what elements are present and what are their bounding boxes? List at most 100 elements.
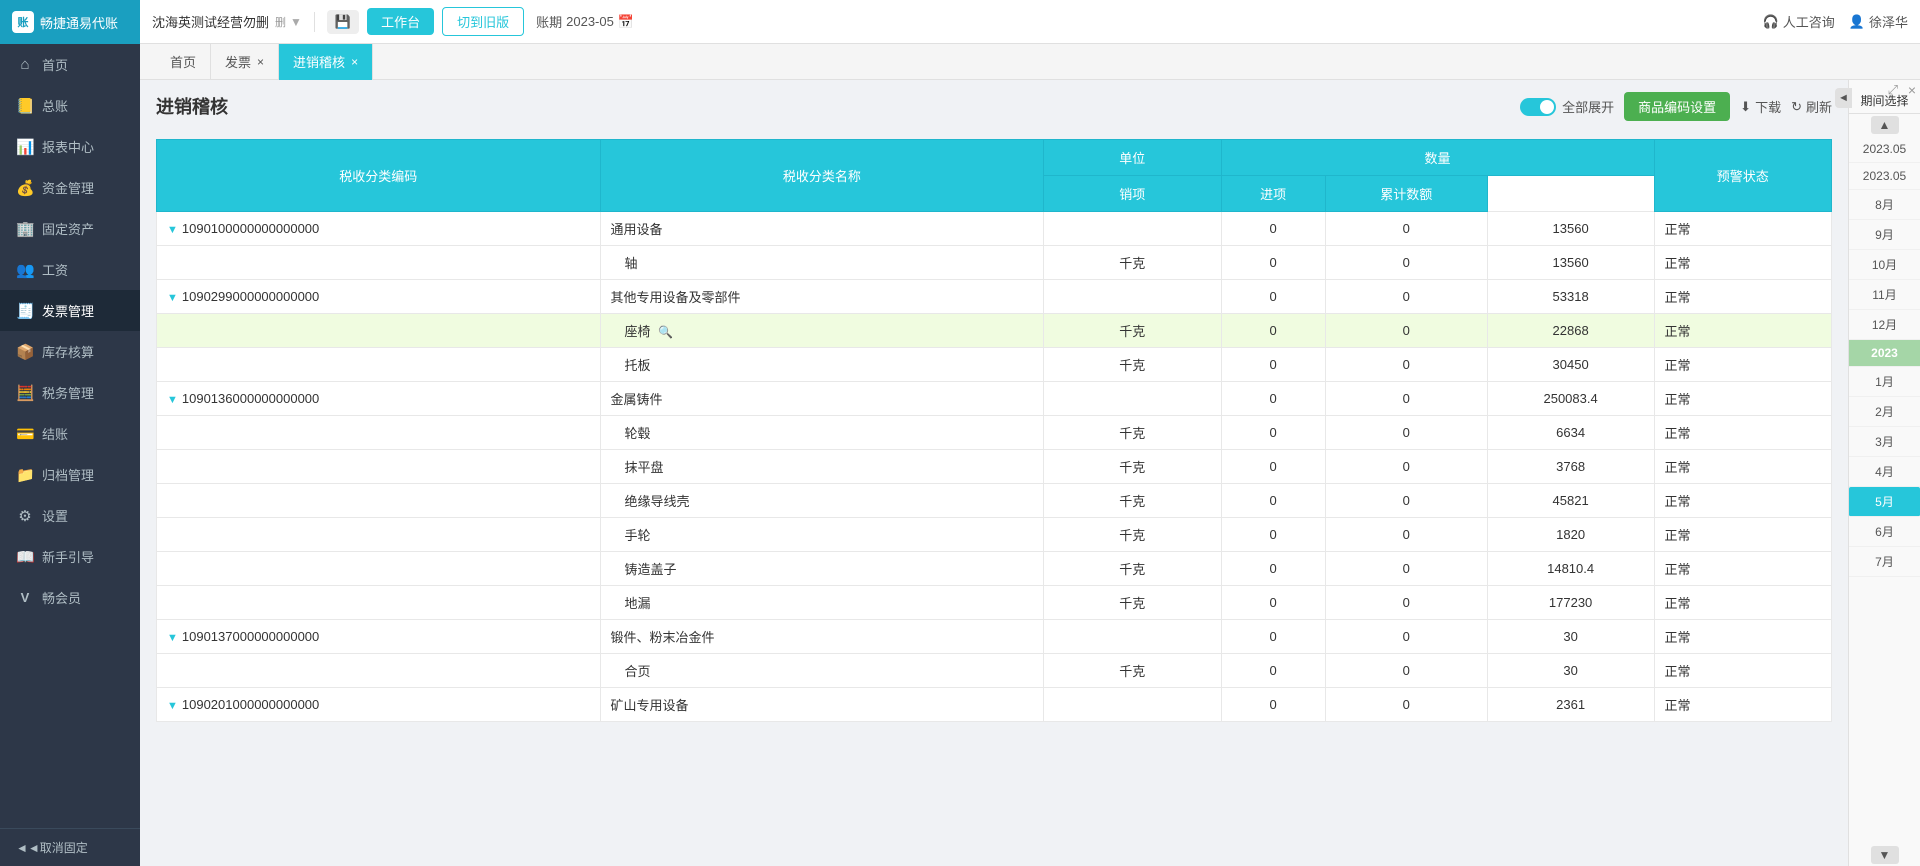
cell-warning: 正常 bbox=[1654, 552, 1831, 586]
table-row[interactable]: 座椅 🔍 千克 0 0 22868 正常 bbox=[157, 314, 1832, 348]
sidebar-item-tax[interactable]: 🧮 税务管理 bbox=[0, 372, 140, 413]
period-display: 账期 2023-05 📅 bbox=[536, 12, 634, 31]
table-row[interactable]: ▼1090100000000000000 通用设备 0 0 13560 正常 bbox=[157, 212, 1832, 246]
cell-unit bbox=[1044, 620, 1221, 654]
sidebar-item-archive[interactable]: 📁 归档管理 bbox=[0, 454, 140, 495]
period-year-2023-b[interactable]: 2023.05 bbox=[1849, 163, 1920, 190]
table-row[interactable]: 手轮 千克 0 0 1820 正常 bbox=[157, 518, 1832, 552]
sidebar-item-guide[interactable]: 📖 新手引导 bbox=[0, 536, 140, 577]
period-down-button[interactable]: ▼ bbox=[1871, 846, 1899, 864]
period-item-3[interactable]: 11月 bbox=[1849, 280, 1920, 310]
cell-sales: 0 bbox=[1221, 654, 1325, 688]
download-label: 下载 bbox=[1755, 97, 1781, 116]
cell-purchase: 0 bbox=[1325, 416, 1487, 450]
cell-sales: 0 bbox=[1221, 450, 1325, 484]
panel-close-button[interactable]: × bbox=[1908, 82, 1916, 98]
cell-code bbox=[157, 450, 601, 484]
table-row[interactable]: 铸造盖子 千克 0 0 14810.4 正常 bbox=[157, 552, 1832, 586]
sidebar-item-settlement[interactable]: 💳 结账 bbox=[0, 413, 140, 454]
workbench-button[interactable]: 工作台 bbox=[367, 8, 434, 35]
cell-sales: 0 bbox=[1221, 484, 1325, 518]
sidebar-unpin-button[interactable]: ◄◄取消固定 bbox=[0, 828, 140, 866]
expand-toggle[interactable]: 全部展开 bbox=[1520, 97, 1614, 116]
table-row[interactable]: 合页 千克 0 0 30 正常 bbox=[157, 654, 1832, 688]
sidebar-item-home[interactable]: ⌂ 首页 bbox=[0, 44, 140, 85]
period-item-5[interactable]: 2023 bbox=[1849, 340, 1920, 367]
save-button[interactable]: 💾 bbox=[327, 10, 359, 34]
period-item-12[interactable]: 7月 bbox=[1849, 547, 1920, 577]
tabs-bar: 首页 发票 × 进销稽核 × bbox=[140, 44, 1920, 80]
cell-sales: 0 bbox=[1221, 518, 1325, 552]
logo-text: 畅捷通易代账 bbox=[40, 13, 118, 32]
table-row[interactable]: 绝缘导线壳 千克 0 0 45821 正常 bbox=[157, 484, 1832, 518]
cell-cumulative: 30450 bbox=[1487, 348, 1654, 382]
sidebar-item-ledger[interactable]: 📒 总账 bbox=[0, 85, 140, 126]
table-row[interactable]: 抹平盘 千克 0 0 3768 正常 bbox=[157, 450, 1832, 484]
content-area: 进销稽核 全部展开 商品编码设置 ⬇ 下载 ↻ 刷 bbox=[140, 80, 1848, 866]
period-item-11[interactable]: 6月 bbox=[1849, 517, 1920, 547]
sidebar-item-inventory[interactable]: 📦 库存核算 bbox=[0, 331, 140, 372]
period-item-4[interactable]: 12月 bbox=[1849, 310, 1920, 340]
cell-name: 金属铸件 bbox=[600, 382, 1044, 416]
assets-icon: 🏢 bbox=[16, 220, 34, 238]
user-menu[interactable]: 👤 徐泽华 bbox=[1849, 12, 1908, 31]
cell-purchase: 0 bbox=[1325, 620, 1487, 654]
period-item-9[interactable]: 4月 bbox=[1849, 457, 1920, 487]
tab-invoice[interactable]: 发票 × bbox=[211, 44, 279, 80]
toggle-track[interactable] bbox=[1520, 98, 1556, 116]
sidebar-item-funds[interactable]: 💰 资金管理 bbox=[0, 167, 140, 208]
cell-cumulative: 30 bbox=[1487, 620, 1654, 654]
table-row[interactable]: ▼1090137000000000000 锻件、粉末冶金件 0 0 30 正常 bbox=[157, 620, 1832, 654]
period-item-0[interactable]: 8月 bbox=[1849, 190, 1920, 220]
toolbar: 全部展开 商品编码设置 ⬇ 下载 ↻ 刷新 bbox=[1520, 92, 1832, 121]
period-item-2[interactable]: 10月 bbox=[1849, 250, 1920, 280]
table-row[interactable]: 轮毂 千克 0 0 6634 正常 bbox=[157, 416, 1832, 450]
tab-reconcile[interactable]: 进销稽核 × bbox=[279, 44, 373, 80]
sidebar-item-reports[interactable]: 📊 报表中心 bbox=[0, 126, 140, 167]
period-item-1[interactable]: 9月 bbox=[1849, 220, 1920, 250]
company-dropdown-icon[interactable]: ▼ bbox=[290, 15, 302, 29]
refresh-button[interactable]: ↻ 刷新 bbox=[1791, 97, 1832, 116]
tab-invoice-close[interactable]: × bbox=[257, 55, 264, 69]
panel-toggle-button[interactable]: ◄ bbox=[1835, 88, 1852, 108]
table-row[interactable]: ▼1090299000000000000 其他专用设备及零部件 0 0 5331… bbox=[157, 280, 1832, 314]
cell-warning: 正常 bbox=[1654, 654, 1831, 688]
company-delete-icon[interactable]: 删 bbox=[275, 14, 286, 30]
user-icon: 👤 bbox=[1849, 14, 1865, 30]
sidebar-item-settings[interactable]: ⚙ 设置 bbox=[0, 495, 140, 536]
panel-expand-button[interactable]: ⤢ bbox=[1888, 82, 1898, 98]
cell-warning: 正常 bbox=[1654, 450, 1831, 484]
table-row[interactable]: ▼1090201000000000000 矿山专用设备 0 0 2361 正常 bbox=[157, 688, 1832, 722]
cell-code bbox=[157, 586, 601, 620]
sidebar-item-invoice[interactable]: 🧾 发票管理 bbox=[0, 290, 140, 331]
cell-purchase: 0 bbox=[1325, 450, 1487, 484]
period-item-6[interactable]: 1月 bbox=[1849, 367, 1920, 397]
sidebar-item-member[interactable]: V 畅会员 bbox=[0, 577, 140, 618]
separator bbox=[314, 12, 315, 32]
tab-reconcile-close[interactable]: × bbox=[351, 55, 358, 69]
period-year-2023-a[interactable]: 2023.05 bbox=[1849, 136, 1920, 163]
sidebar-item-payroll[interactable]: 👥 工资 bbox=[0, 249, 140, 290]
company-selector[interactable]: 沈海英测试经营勿删 删 ▼ bbox=[152, 12, 302, 31]
table-row[interactable]: 托板 千克 0 0 30450 正常 bbox=[157, 348, 1832, 382]
switch-old-button[interactable]: 切到旧版 bbox=[442, 7, 524, 36]
sidebar-label-guide: 新手引导 bbox=[42, 547, 94, 566]
period-item-10[interactable]: 5月 bbox=[1849, 487, 1920, 517]
period-up-button[interactable]: ▲ bbox=[1871, 116, 1899, 134]
period-item-7[interactable]: 2月 bbox=[1849, 397, 1920, 427]
th-purchase: 进项 bbox=[1221, 176, 1325, 212]
member-icon: V bbox=[16, 590, 34, 605]
table-row[interactable]: 地漏 千克 0 0 177230 正常 bbox=[157, 586, 1832, 620]
calendar-icon[interactable]: 📅 bbox=[618, 14, 634, 30]
cell-sales: 0 bbox=[1221, 246, 1325, 280]
download-button[interactable]: ⬇ 下载 bbox=[1740, 97, 1781, 116]
table-row[interactable]: 轴 千克 0 0 13560 正常 bbox=[157, 246, 1832, 280]
sidebar-item-assets[interactable]: 🏢 固定资产 bbox=[0, 208, 140, 249]
tab-home[interactable]: 首页 bbox=[156, 44, 211, 80]
support-button[interactable]: 🎧 人工咨询 bbox=[1763, 12, 1835, 31]
table-row[interactable]: ▼1090136000000000000 金属铸件 0 0 250083.4 正… bbox=[157, 382, 1832, 416]
tab-invoice-label: 发票 bbox=[225, 52, 251, 71]
period-item-8[interactable]: 3月 bbox=[1849, 427, 1920, 457]
product-code-button[interactable]: 商品编码设置 bbox=[1624, 92, 1730, 121]
cell-warning: 正常 bbox=[1654, 212, 1831, 246]
